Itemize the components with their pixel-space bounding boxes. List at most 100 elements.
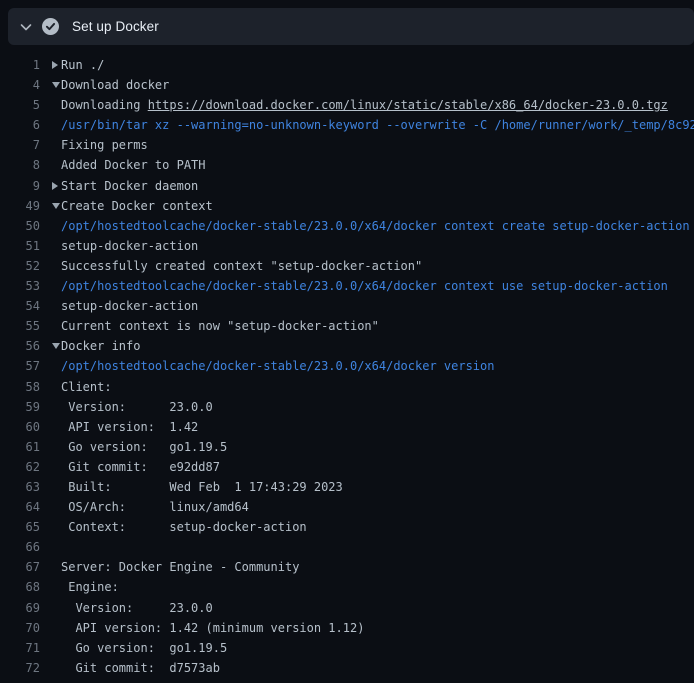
arrow-slot [40,296,61,316]
log-line: 1 Run ./ [0,55,694,75]
arrow-slot [40,276,61,296]
line-number[interactable]: 63 [0,477,40,497]
log-text: Git commit: d7573ab [61,658,220,678]
arrow-slot [40,457,61,477]
line-number[interactable]: 54 [0,296,40,316]
line-number[interactable]: 70 [0,618,40,638]
arrow-slot [40,155,61,175]
log-text: Version: 23.0.0 [61,397,213,417]
line-number[interactable]: 68 [0,577,40,597]
log-line: 51setup-docker-action [0,236,694,256]
line-number[interactable]: 58 [0,377,40,397]
line-number[interactable]: 61 [0,437,40,457]
line-number[interactable]: 65 [0,517,40,537]
arrow-slot [40,216,61,236]
line-number[interactable]: 67 [0,557,40,577]
line-number[interactable]: 72 [0,658,40,678]
group-title[interactable]: Run ./ [61,55,104,75]
log-text: Go version: go1.19.5 [61,437,227,457]
line-number[interactable]: 64 [0,497,40,517]
log-line: 61 Go version: go1.19.5 [0,437,694,457]
line-number[interactable]: 4 [0,75,40,95]
group-expand-toggle[interactable] [40,55,61,75]
arrow-slot [40,537,61,557]
log-line: 49 Create Docker context [0,196,694,216]
log-line: 6/usr/bin/tar xz --warning=no-unknown-ke… [0,115,694,135]
line-number[interactable]: 51 [0,236,40,256]
arrow-slot [40,437,61,457]
log-line: 72 Git commit: d7573ab [0,658,694,678]
triangle-down-icon [52,203,60,209]
log-text: Current context is now "setup-docker-act… [61,316,379,336]
log-text: API version: 1.42 (minimum version 1.12) [61,618,364,638]
line-number[interactable]: 49 [0,196,40,216]
line-number[interactable]: 57 [0,356,40,376]
log-line: 55 Current context is now "setup-docker-a… [0,316,694,336]
arrow-slot [40,236,61,256]
line-number[interactable]: 9 [0,176,40,196]
log-text: API version: 1.42 [61,417,198,437]
log-text: Built: Wed Feb 1 17:43:29 2023 [61,477,343,497]
log-text: Engine: [61,577,119,597]
line-number[interactable]: 53 [0,276,40,296]
group-title[interactable]: Start Docker daemon [61,176,198,196]
line-number[interactable]: 50 [0,216,40,236]
log-line: 58Client: [0,377,694,397]
line-number[interactable]: 66 [0,537,40,557]
line-number[interactable]: 62 [0,457,40,477]
arrow-slot [40,135,61,155]
log-text: Go version: go1.19.5 [61,638,227,658]
log-line: 4 Download docker [0,75,694,95]
log-line: 70 API version: 1.42 (minimum version 1.… [0,618,694,638]
line-number[interactable]: 59 [0,397,40,417]
download-url-link[interactable]: https://download.docker.com/linux/static… [148,95,668,115]
triangle-right-icon [52,61,58,69]
chevron-down-icon[interactable] [18,19,34,35]
log-text: Server: Docker Engine - Community [61,557,299,577]
command-text: /usr/bin/tar xz --warning=no-unknown-key… [61,115,694,135]
line-number[interactable]: 56 [0,336,40,356]
line-number[interactable]: 6 [0,115,40,135]
group-title[interactable]: Download docker [61,75,169,95]
triangle-down-icon [52,343,60,349]
arrow-slot [40,477,61,497]
log-line: 9 Start Docker daemon [0,176,694,196]
line-number[interactable]: 8 [0,155,40,175]
group-collapse-toggle[interactable] [40,75,61,95]
step-header[interactable]: Set up Docker [8,8,694,45]
line-number[interactable]: 52 [0,256,40,276]
line-number[interactable]: 55 [0,316,40,336]
group-collapse-toggle[interactable] [40,196,61,216]
line-number[interactable]: 1 [0,55,40,75]
line-number[interactable]: 71 [0,638,40,658]
line-number[interactable]: 7 [0,135,40,155]
line-number[interactable]: 60 [0,417,40,437]
arrow-slot [40,256,61,276]
arrow-slot [40,377,61,397]
arrow-slot [40,638,61,658]
log-line: 67 Server: Docker Engine - Community [0,557,694,577]
line-number[interactable]: 69 [0,598,40,618]
group-collapse-toggle[interactable] [40,336,61,356]
log-line: 60 API version: 1.42 [0,417,694,437]
log-line: 54setup-docker-action [0,296,694,316]
triangle-right-icon [52,182,58,190]
arrow-slot [40,598,61,618]
line-number[interactable]: 5 [0,95,40,115]
log-text: Successfully created context "setup-dock… [61,256,422,276]
group-title[interactable]: Docker info [61,336,140,356]
log-lines: 1Run ./4Download docker5Downloading http… [0,55,694,678]
log-line: 7Fixing perms [0,135,694,155]
log-line: 62 Git commit: e92dd87 [0,457,694,477]
log-text: Added Docker to PATH [61,155,206,175]
arrow-slot [40,618,61,638]
arrow-slot [40,658,61,678]
log-output: 1Run ./4Download docker5Downloading http… [0,45,694,683]
log-line: 71 Go version: go1.19.5 [0,638,694,658]
log-line: 52 Successfully created context "setup-do… [0,256,694,276]
log-line: 69 Version: 23.0.0 [0,598,694,618]
group-title[interactable]: Create Docker context [61,196,213,216]
group-expand-toggle[interactable] [40,176,61,196]
arrow-slot [40,316,61,336]
log-line: 8 Added Docker to PATH [0,155,694,175]
